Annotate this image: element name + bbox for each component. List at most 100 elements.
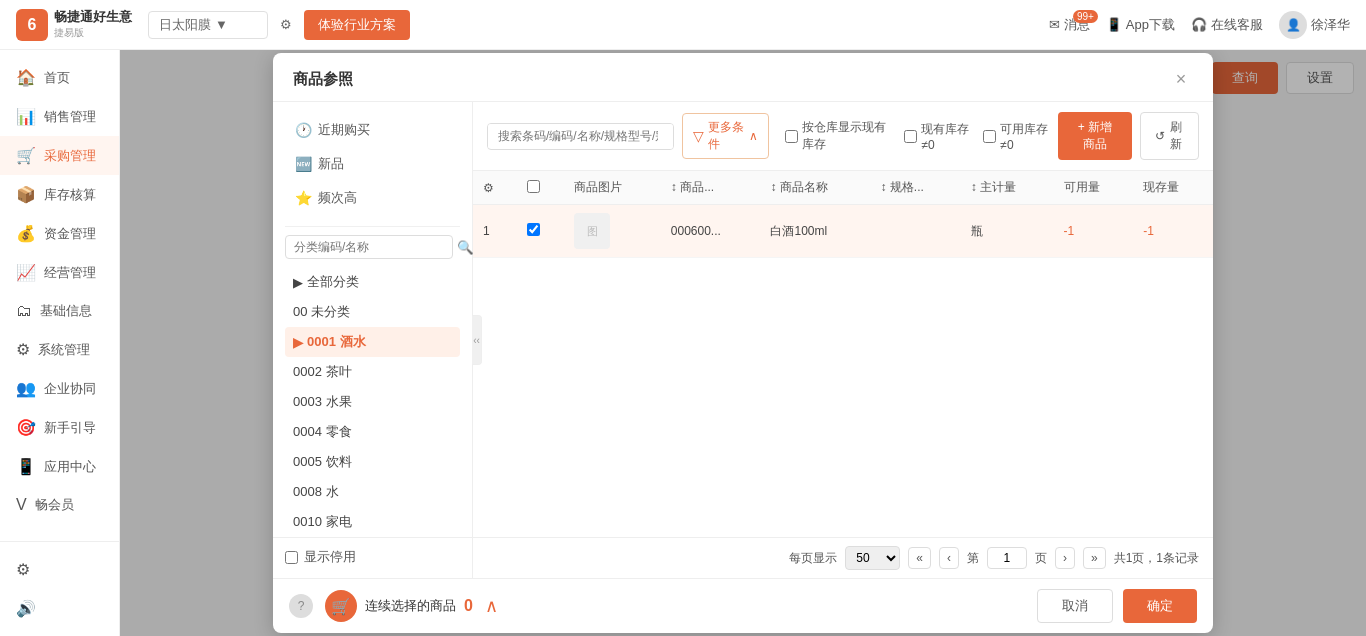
online-service-item[interactable]: 🎧 在线客服 [1191,16,1263,34]
col-name[interactable]: ↕ 商品名称 [760,171,870,205]
last-page-button[interactable]: » [1083,547,1106,569]
col-unit[interactable]: ↕ 主计量 [961,171,1054,205]
user-name: 徐泽华 [1311,16,1350,34]
col-settings[interactable]: ⚙ [473,171,517,205]
checkbox-by-warehouse[interactable]: 按仓库显示现有库存 [785,119,892,153]
messages-badge: 99+ [1073,10,1098,23]
add-product-button[interactable]: + 新增商品 [1058,112,1131,160]
left-panel-collapse-button[interactable]: ‹‹ [472,315,482,365]
checkbox-available-input[interactable] [904,130,917,143]
footer-collapse-button[interactable]: ∧ [485,595,498,617]
checkbox-by-warehouse-input[interactable] [785,130,798,143]
row-index: 1 [473,205,517,258]
next-page-button[interactable]: › [1055,547,1075,569]
cancel-button[interactable]: 取消 [1037,589,1113,623]
select-all-checkbox[interactable] [527,180,540,193]
dialog-footer: ? 🛒 连续选择的商品 0 ∧ 取消 确定 [273,578,1213,633]
row-checkbox[interactable] [527,223,540,236]
sidebar-item-basic-info[interactable]: 🗂 基础信息 [0,292,119,330]
cat-label-0001: 0001 酒水 [307,333,366,351]
cart-count: 0 [464,597,473,615]
left-nav-recent[interactable]: 🕐 近期购买 [285,114,460,146]
prev-page-button[interactable]: ‹ [939,547,959,569]
checkbox-group: 按仓库显示现有库存 现有库存≠0 可用库存≠0 [785,119,1050,153]
checkbox-available[interactable]: 现有库存≠0 [904,121,971,152]
sidebar-item-home[interactable]: 🏠 首页 [0,58,119,97]
cat-0005[interactable]: 0005 饮料 [285,447,460,477]
row-checkbox-cell [517,205,564,258]
sidebar-item-inventory[interactable]: 📦 库存核算 [0,175,119,214]
finance-icon: 💰 [16,224,36,243]
experience-button[interactable]: 体验行业方案 [304,10,410,40]
sidebar-item-sales[interactable]: 📊 销售管理 [0,97,119,136]
recent-label: 近期购买 [318,121,370,139]
show-disabled-checkbox[interactable] [285,551,298,564]
more-filter-button[interactable]: ▽ 更多条件 ∧ [682,113,770,159]
confirm-button[interactable]: 确定 [1123,589,1197,623]
cat-0003[interactable]: 0003 水果 [285,387,460,417]
col-code[interactable]: ↕ 商品... [661,171,761,205]
per-page-select[interactable]: 50 10 20 100 [845,546,900,570]
category-search-input[interactable] [285,235,453,259]
app-download-item[interactable]: 📱 App下载 [1106,16,1175,34]
cat-0002[interactable]: 0002 茶叶 [285,357,460,387]
page-input[interactable] [987,547,1027,569]
cat-0004[interactable]: 0004 零食 [285,417,460,447]
cart-area: 🛒 连续选择的商品 0 [325,590,473,622]
sidebar-item-appcenter[interactable]: 📱 应用中心 [0,447,119,486]
table-header-row: ⚙ 商品图片 ↕ 商品... ↕ 商品名称 ↕ 规格... ↕ 主计量 可用量 [473,171,1213,205]
store-name: 日太阳膜 [159,16,211,34]
sidebar-item-finance[interactable]: 💰 资金管理 [0,214,119,253]
dialog-close-button[interactable]: × [1169,67,1193,91]
user-area[interactable]: 👤 徐泽华 [1279,11,1350,39]
product-search-input[interactable] [488,124,668,148]
sidebar-item-guide[interactable]: 🎯 新手引导 [0,408,119,447]
home-icon: 🏠 [16,68,36,87]
cat-all[interactable]: ▶ 全部分类 [285,267,460,297]
messages-icon-item[interactable]: ✉ 消息 99+ [1049,16,1090,34]
basic-info-icon: 🗂 [16,302,32,320]
sidebar-item-enterprise[interactable]: 👥 企业协同 [0,369,119,408]
sidebar-item-system[interactable]: ⚙ 系统管理 [0,330,119,369]
modal-overlay: 商品参照 × 🕐 近期购买 🆕 [120,50,1366,636]
page-suffix-label: 页 [1035,550,1047,567]
category-search-button[interactable]: 🔍 [457,240,474,255]
sidebar-volume[interactable]: 🔊 [0,589,119,628]
sidebar-item-operations[interactable]: 📈 经营管理 [0,253,119,292]
cat-0010[interactable]: 0010 家电 [285,507,460,537]
left-nav-frequent[interactable]: ⭐ 频次高 [285,182,460,214]
app-download-label: App下载 [1126,16,1175,34]
checkbox-usable[interactable]: 可用库存≠0 [983,121,1050,152]
first-page-button[interactable]: « [908,547,931,569]
cat-label-all: 全部分类 [307,273,359,291]
appcenter-icon: 📱 [16,457,36,476]
product-search-button[interactable]: 🔍 [668,124,674,149]
dialog-refresh-button[interactable]: ↺ 刷新 [1140,112,1199,160]
table-row[interactable]: 1 图 000600... 白酒100ml 瓶 [473,205,1213,258]
store-selector[interactable]: 日太阳膜 ▼ [148,11,268,39]
help-icon[interactable]: ? [289,594,313,618]
left-nav-new[interactable]: 🆕 新品 [285,148,460,180]
checkbox-usable-input[interactable] [983,130,996,143]
per-page-label: 每页显示 [789,550,837,567]
cat-0008[interactable]: 0008 水 [285,477,460,507]
sidebar-label-sales: 销售管理 [44,108,96,126]
gear-icon[interactable]: ⚙ [280,17,292,32]
col-available: 可用量 [1054,171,1134,205]
col-spec[interactable]: ↕ 规格... [871,171,961,205]
nav-right: ✉ 消息 99+ 📱 App下载 🎧 在线客服 👤 徐泽华 [1049,11,1350,39]
cat-00[interactable]: 00 未分类 [285,297,460,327]
total-info: 共1页，1条记录 [1114,550,1199,567]
phone-icon: 📱 [1106,17,1122,32]
refresh-icon: ↺ [1155,129,1165,143]
checkbox-by-warehouse-label: 按仓库显示现有库存 [802,119,892,153]
inventory-icon: 📦 [16,185,36,204]
sidebar-item-membership[interactable]: V 畅会员 [0,486,119,524]
product-table: ⚙ 商品图片 ↕ 商品... ↕ 商品名称 ↕ 规格... ↕ 主计量 可用量 [473,171,1213,258]
cat-0001[interactable]: ▶ 0001 酒水 [285,327,460,357]
sidebar-item-purchase[interactable]: 🛒 采购管理 [0,136,119,175]
guide-icon: 🎯 [16,418,36,437]
show-disabled-label[interactable]: 显示停用 [285,548,460,566]
sidebar-settings[interactable]: ⚙ [0,550,119,589]
product-table-container: ⚙ 商品图片 ↕ 商品... ↕ 商品名称 ↕ 规格... ↕ 主计量 可用量 [473,171,1213,537]
